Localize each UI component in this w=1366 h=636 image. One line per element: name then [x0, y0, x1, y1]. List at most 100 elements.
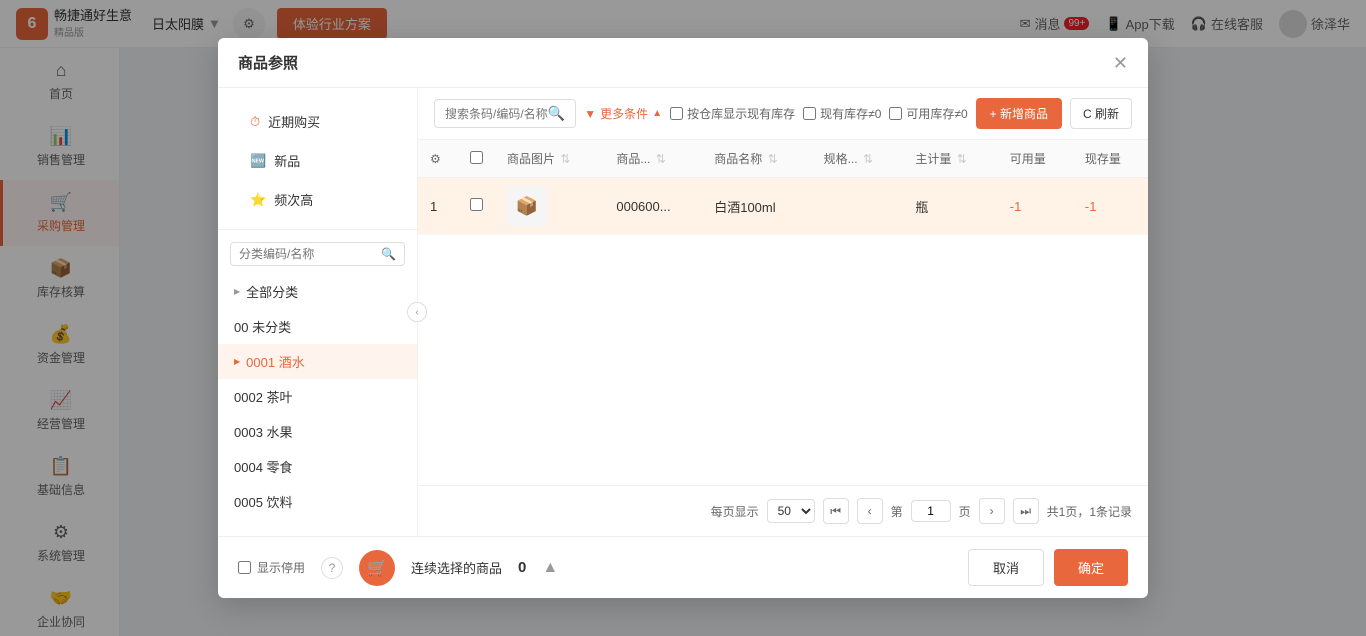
category-all[interactable]: ▶ 全部分类 — [218, 274, 417, 309]
search-icon: 🔍 — [548, 105, 565, 122]
product-image-icon: 📦 — [516, 196, 538, 217]
filter-arrow-icon: ▲ — [652, 108, 662, 119]
col-stock-header: 现存量 — [1073, 140, 1148, 178]
quick-links-section: ⏱ 近期购买 🆕 新品 ⭐ 频次高 — [218, 96, 417, 225]
warehouse-checkbox[interactable] — [670, 107, 683, 120]
row-checkbox-cell — [458, 178, 495, 235]
cart-label-text: 连续选择的商品 — [411, 558, 502, 577]
cart-button[interactable]: 🛒 — [359, 550, 395, 586]
filter-available-not-zero[interactable]: 可用库存≠0 — [889, 105, 967, 122]
cart-collapse-button[interactable]: ▲ — [542, 559, 558, 577]
table-header-row: ⚙ 商品图片 ⇅ 商品... ⇅ — [418, 140, 1148, 178]
category-fruit[interactable]: 0003 水果 — [218, 414, 417, 449]
sidebar-collapse-button[interactable]: ‹ — [407, 302, 427, 322]
modal-footer: 显示停用 ? 🛒 连续选择的商品 0 ▲ 取消 确定 — [218, 536, 1148, 598]
per-page-select[interactable]: 50 — [767, 499, 815, 523]
category-uncategorized[interactable]: 00 未分类 — [218, 309, 417, 344]
modal-body: ⏱ 近期购买 🆕 新品 ⭐ 频次高 ‹ — [218, 88, 1148, 536]
more-filter-button[interactable]: ▼ 更多条件 ▲ — [584, 105, 662, 122]
toolbar-actions: + 新增商品 C 刷新 — [976, 98, 1132, 129]
select-all-checkbox[interactable] — [470, 151, 483, 164]
show-disabled-toggle[interactable]: 显示停用 — [238, 559, 305, 576]
col-unit-header: 主计量 ⇅ — [903, 140, 997, 178]
help-button[interactable]: ? — [321, 557, 343, 579]
row-index: 1 — [418, 178, 458, 235]
modal-right-content: 🔍 ▼ 更多条件 ▲ 按仓库显示现有库存 现有库存≠0 可用库存≠0 — [418, 88, 1148, 536]
product-table: ⚙ 商品图片 ⇅ 商品... ⇅ — [418, 140, 1148, 235]
page-input[interactable] — [911, 500, 951, 522]
modal-left-sidebar: ⏱ 近期购买 🆕 新品 ⭐ 频次高 ‹ — [218, 88, 418, 536]
modal-close-button[interactable]: ✕ — [1113, 54, 1128, 72]
row-available-cell: -1 — [998, 178, 1073, 235]
footer-buttons: 取消 确定 — [968, 549, 1128, 586]
product-table-body: 1 📦 000600... 白酒100ml — [418, 178, 1148, 235]
category-water[interactable]: 0008 水 — [218, 519, 417, 528]
col-checkbox — [458, 140, 495, 178]
filter-by-warehouse[interactable]: 按仓库显示现有库存 — [670, 105, 795, 122]
settings-icon: ⚙ — [430, 152, 441, 166]
per-page-label: 每页显示 — [711, 503, 759, 520]
category-snack[interactable]: 0004 零食 — [218, 449, 417, 484]
col-image-header: 商品图片 ⇅ — [495, 140, 604, 178]
cart-count-value: 0 — [518, 559, 526, 576]
modal-header: 商品参照 ✕ — [218, 38, 1148, 88]
table-row[interactable]: 1 📦 000600... 白酒100ml — [418, 178, 1148, 235]
product-search-wrap: 🔍 — [434, 99, 576, 128]
recent-icon: ⏱ — [250, 114, 260, 130]
col-spec-header: 规格... ⇅ — [812, 140, 904, 178]
category-liquor[interactable]: ▶ 0001 酒水 — [218, 344, 417, 379]
modal-title: 商品参照 — [238, 52, 298, 73]
first-page-button[interactable]: ⏮ — [823, 498, 849, 524]
sidebar-divider — [218, 229, 417, 230]
available-value: -1 — [1010, 199, 1022, 214]
col-settings: ⚙ — [418, 140, 458, 178]
new-icon: 🆕 — [250, 153, 266, 169]
row-image-cell: 📦 — [495, 178, 604, 235]
pagination: 每页显示 50 ⏮ ‹ 第 页 › ⏭ 共1页，1条记录 — [418, 485, 1148, 536]
sort-icon: ⇅ — [560, 152, 570, 166]
category-arrow-all: ▶ — [234, 287, 240, 296]
category-tea[interactable]: 0002 茶叶 — [218, 379, 417, 414]
sort-icon: ⇅ — [768, 152, 778, 166]
filter-stock-not-zero[interactable]: 现有库存≠0 — [803, 105, 881, 122]
stock-checkbox[interactable] — [803, 107, 816, 120]
cart-icon: 🛒 — [367, 558, 387, 578]
last-page-button[interactable]: ⏭ — [1013, 498, 1039, 524]
category-search-input[interactable] — [239, 247, 381, 261]
category-drink[interactable]: 0005 饮料 — [218, 484, 417, 519]
row-checkbox[interactable] — [470, 198, 483, 211]
col-available-header: 可用量 — [998, 140, 1073, 178]
product-search-input[interactable] — [445, 107, 548, 121]
pagination-total: 共1页，1条记录 — [1047, 503, 1132, 520]
page-label: 第 — [891, 503, 903, 520]
row-code-cell: 000600... — [604, 178, 702, 235]
next-page-button[interactable]: › — [979, 498, 1005, 524]
quick-link-new[interactable]: 🆕 新品 — [234, 143, 401, 178]
sort-icon: ⇅ — [863, 152, 873, 166]
frequent-icon: ⭐ — [250, 192, 266, 208]
col-name-header: 商品名称 ⇅ — [702, 140, 811, 178]
prev-page-button[interactable]: ‹ — [857, 498, 883, 524]
category-search-wrap: 🔍 — [230, 242, 405, 266]
filter-icon: ▼ — [584, 107, 596, 121]
row-spec-cell — [812, 178, 904, 235]
quick-link-recent[interactable]: ⏱ 近期购买 — [234, 104, 401, 139]
page-suffix: 页 — [959, 503, 971, 520]
col-code-header: 商品... ⇅ — [604, 140, 702, 178]
confirm-button[interactable]: 确定 — [1054, 549, 1128, 586]
available-checkbox[interactable] — [889, 107, 902, 120]
quick-link-frequent[interactable]: ⭐ 频次高 — [234, 182, 401, 217]
sort-icon: ⇅ — [656, 152, 666, 166]
product-image: 📦 — [507, 186, 547, 226]
refresh-button[interactable]: C 刷新 — [1070, 98, 1132, 129]
row-stock-cell: -1 — [1073, 178, 1148, 235]
sort-icon: ⇅ — [957, 152, 967, 166]
row-unit-cell: 瓶 — [903, 178, 997, 235]
cancel-button[interactable]: 取消 — [968, 549, 1044, 586]
category-arrow-liquor: ▶ — [234, 357, 240, 366]
show-disabled-checkbox[interactable] — [238, 561, 251, 574]
product-table-wrap: ⚙ 商品图片 ⇅ 商品... ⇅ — [418, 140, 1148, 485]
stock-value: -1 — [1085, 199, 1097, 214]
add-product-button[interactable]: + 新增商品 — [976, 98, 1062, 129]
category-search-icon: 🔍 — [381, 247, 396, 261]
